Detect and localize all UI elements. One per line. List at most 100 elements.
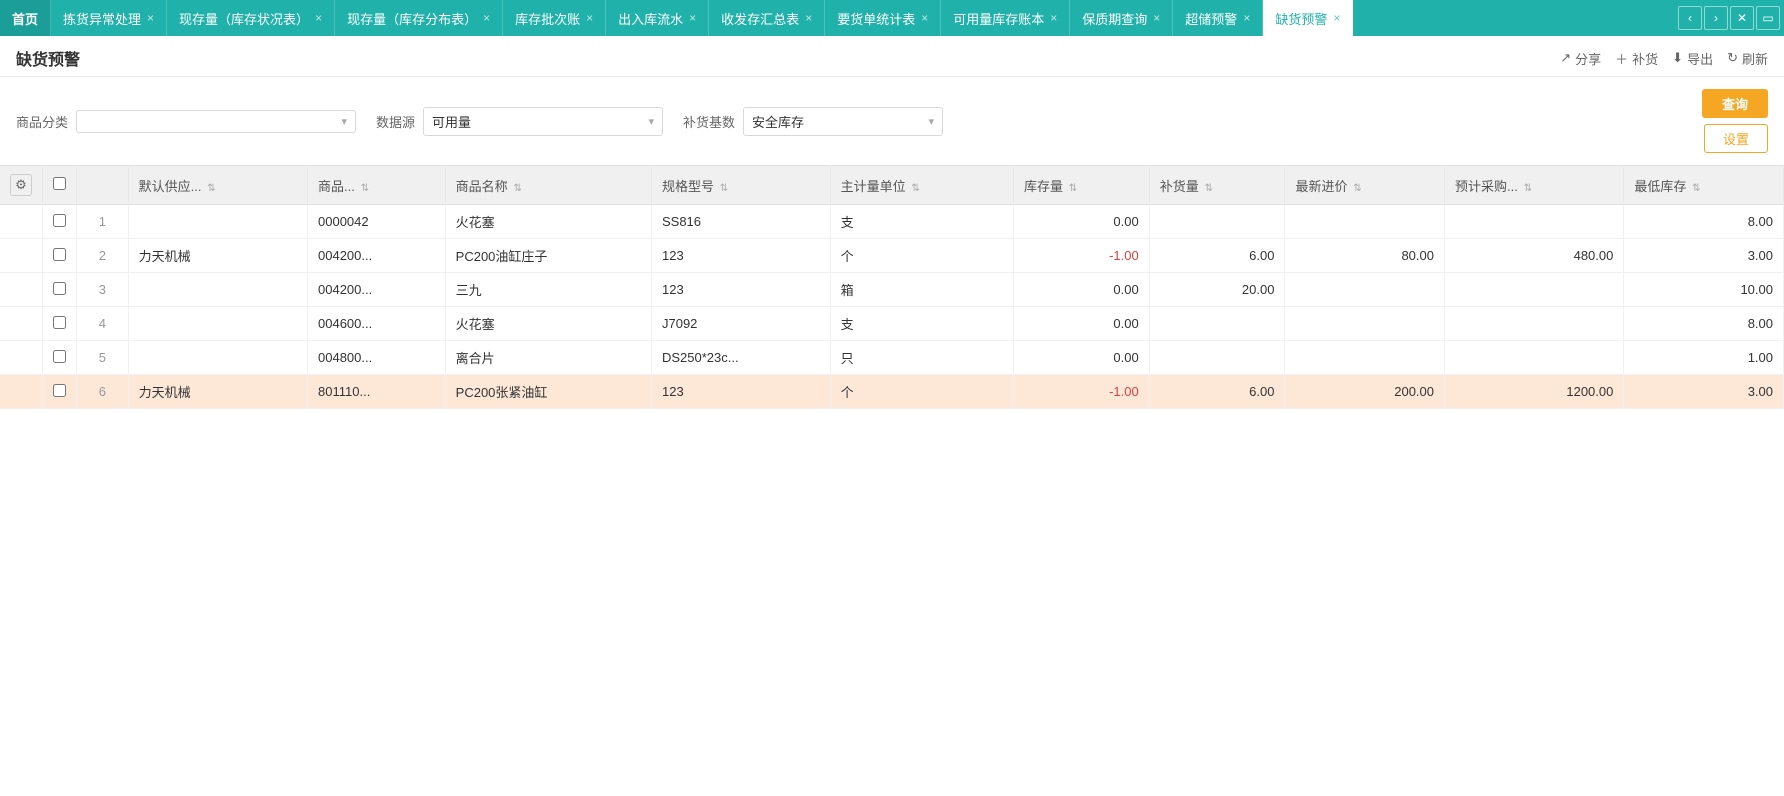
col-header-min_stock[interactable]: 最低库存 ⇅ <box>1624 166 1784 205</box>
cell-product_code: 0000042 <box>308 205 446 239</box>
cell-product_name: 火花塞 <box>445 205 651 239</box>
tab-inventory-status[interactable]: 现存量（库存状况表） × <box>167 0 335 36</box>
col-header-checkbox <box>43 166 77 205</box>
col-header-spec[interactable]: 规格型号 ⇅ <box>651 166 830 205</box>
cell-spec: 123 <box>651 273 830 307</box>
cell-product_code: 004200... <box>308 239 446 273</box>
tab-defect-process[interactable]: 拣货异常处理 × <box>51 0 167 36</box>
row-checkbox[interactable] <box>53 350 66 363</box>
export-button[interactable]: ⬇ 导出 <box>1672 49 1713 68</box>
share-button[interactable]: ↗ 分享 <box>1560 49 1601 68</box>
cell-est_purchase <box>1445 307 1624 341</box>
tab-expiry-query[interactable]: 保质期查询× <box>1070 0 1173 36</box>
row-gear-cell <box>0 273 43 307</box>
col-header-row_num <box>77 166 129 205</box>
data-source-value: 可用量 <box>432 112 471 131</box>
tab-inventory-dist[interactable]: 现存量（库存分布表） × <box>335 0 503 36</box>
table-row: 10000042火花塞SS816支0.008.00 <box>0 205 1784 239</box>
col-header-default_supplier[interactable]: 默认供应... ⇅ <box>128 166 307 205</box>
tab-close-demand-stats[interactable]: × <box>921 11 928 25</box>
tab-close-inventory-dist[interactable]: × <box>483 11 490 25</box>
tab-nav-buttons: ‹ › ✕ ▭ <box>1678 6 1784 30</box>
refresh-icon: ↻ <box>1727 50 1738 66</box>
cell-default_supplier <box>128 341 307 375</box>
row-checkbox[interactable] <box>53 316 66 329</box>
cell-min_stock: 8.00 <box>1624 205 1784 239</box>
tab-shortage-warning[interactable]: 缺货预警 × <box>1263 0 1353 36</box>
tab-label-defect-process: 拣货异常处理 <box>63 9 141 28</box>
cell-min_stock: 3.00 <box>1624 239 1784 273</box>
row-checkbox[interactable] <box>53 282 66 295</box>
tab-next-button[interactable]: › <box>1704 6 1728 30</box>
tab-close-batch-account[interactable]: × <box>586 11 593 25</box>
tab-home[interactable]: 首页 <box>0 0 51 36</box>
tab-available-ledger[interactable]: 可用量库存账本× <box>941 0 1070 36</box>
tab-close-others-button[interactable]: ✕ <box>1730 6 1754 30</box>
tab-close-defect-process[interactable]: × <box>147 11 154 25</box>
cell-product_code: 004600... <box>308 307 446 341</box>
replenish-button[interactable]: ＋ 补货 <box>1615 49 1658 68</box>
tab-close-available-ledger[interactable]: × <box>1050 11 1057 25</box>
settings-button[interactable]: 设置 <box>1704 124 1768 153</box>
cell-spec: DS250*23c... <box>651 341 830 375</box>
col-header-replenish_qty[interactable]: 补货量 ⇅ <box>1149 166 1285 205</box>
tab-bar: 首页拣货异常处理×现存量（库存状况表）×现存量（库存分布表）×库存批次账×出入库… <box>0 0 1784 36</box>
tab-close-shortage-warning[interactable]: × <box>1333 11 1340 25</box>
tab-close-all-button[interactable]: ▭ <box>1756 6 1780 30</box>
col-header-stock[interactable]: 库存量 ⇅ <box>1013 166 1149 205</box>
col-header-latest_price[interactable]: 最新进价 ⇅ <box>1285 166 1445 205</box>
row-checkbox-cell <box>43 273 77 307</box>
select-all-checkbox[interactable] <box>53 177 66 190</box>
table-header-row: ⚙ 默认供应... ⇅商品... ⇅商品名称 ⇅规格型号 ⇅主计量单位 ⇅库存量 … <box>0 166 1784 205</box>
cell-unit: 箱 <box>830 273 1013 307</box>
cell-stock: -1.00 <box>1013 239 1149 273</box>
replenish-basis-filter: 补货基数 安全库存 ▾ <box>683 107 943 136</box>
tab-close-inout-flow[interactable]: × <box>689 11 696 25</box>
sort-icon-default_supplier: ⇅ <box>205 183 216 194</box>
query-button[interactable]: 查询 <box>1702 89 1768 118</box>
gear-icon[interactable]: ⚙ <box>10 174 32 196</box>
cell-default_supplier <box>128 273 307 307</box>
cell-latest_price: 80.00 <box>1285 239 1445 273</box>
tab-label-overstock-warning: 超储预警 <box>1185 9 1237 28</box>
table-row: 2力天机械004200...PC200油缸庄子123个-1.006.0080.0… <box>0 239 1784 273</box>
col-header-product_code[interactable]: 商品... ⇅ <box>308 166 446 205</box>
tab-prev-button[interactable]: ‹ <box>1678 6 1702 30</box>
tab-label-shortage-warning: 缺货预警 <box>1275 9 1327 28</box>
row-checkbox[interactable] <box>53 384 66 397</box>
cell-est_purchase <box>1445 341 1624 375</box>
tab-label-batch-account: 库存批次账 <box>515 9 580 28</box>
row-number: 3 <box>77 273 129 307</box>
sort-icon-replenish_qty: ⇅ <box>1202 183 1213 194</box>
row-checkbox[interactable] <box>53 214 66 227</box>
tab-close-inventory-status[interactable]: × <box>315 11 322 25</box>
cell-spec: J7092 <box>651 307 830 341</box>
col-header-est_purchase[interactable]: 预计采购... ⇅ <box>1445 166 1624 205</box>
refresh-button[interactable]: ↻ 刷新 <box>1727 49 1768 68</box>
tab-label-inventory-dist: 现存量（库存分布表） <box>347 9 477 28</box>
col-header-product_name[interactable]: 商品名称 ⇅ <box>445 166 651 205</box>
tab-label-receive-summary: 收发存汇总表 <box>721 9 799 28</box>
tab-close-overstock-warning[interactable]: × <box>1243 11 1250 25</box>
tab-batch-account[interactable]: 库存批次账 × <box>503 0 606 36</box>
replenish-basis-select[interactable]: 安全库存 ▾ <box>743 107 943 136</box>
tab-receive-summary[interactable]: 收发存汇总表 × <box>709 0 825 36</box>
data-source-select[interactable]: 可用量 ▾ <box>423 107 663 136</box>
product-category-select[interactable]: ▾ <box>76 110 356 133</box>
tab-inout-flow[interactable]: 出入库流水× <box>606 0 709 36</box>
cell-product_name: 火花塞 <box>445 307 651 341</box>
cell-product_name: 离合片 <box>445 341 651 375</box>
cell-est_purchase: 480.00 <box>1445 239 1624 273</box>
row-checkbox[interactable] <box>53 248 66 261</box>
tab-overstock-warning[interactable]: 超储预警 × <box>1173 0 1263 36</box>
tab-demand-stats[interactable]: 要货单统计表× <box>825 0 941 36</box>
cell-default_supplier <box>128 307 307 341</box>
sort-icon-stock: ⇅ <box>1066 183 1077 194</box>
tab-label-inventory-status: 现存量（库存状况表） <box>179 9 309 28</box>
col-header-unit[interactable]: 主计量单位 ⇅ <box>830 166 1013 205</box>
tab-close-expiry-query[interactable]: × <box>1153 11 1160 25</box>
cell-replenish_qty <box>1149 341 1285 375</box>
cell-unit: 个 <box>830 239 1013 273</box>
cell-replenish_qty <box>1149 307 1285 341</box>
tab-close-receive-summary[interactable]: × <box>805 11 812 25</box>
